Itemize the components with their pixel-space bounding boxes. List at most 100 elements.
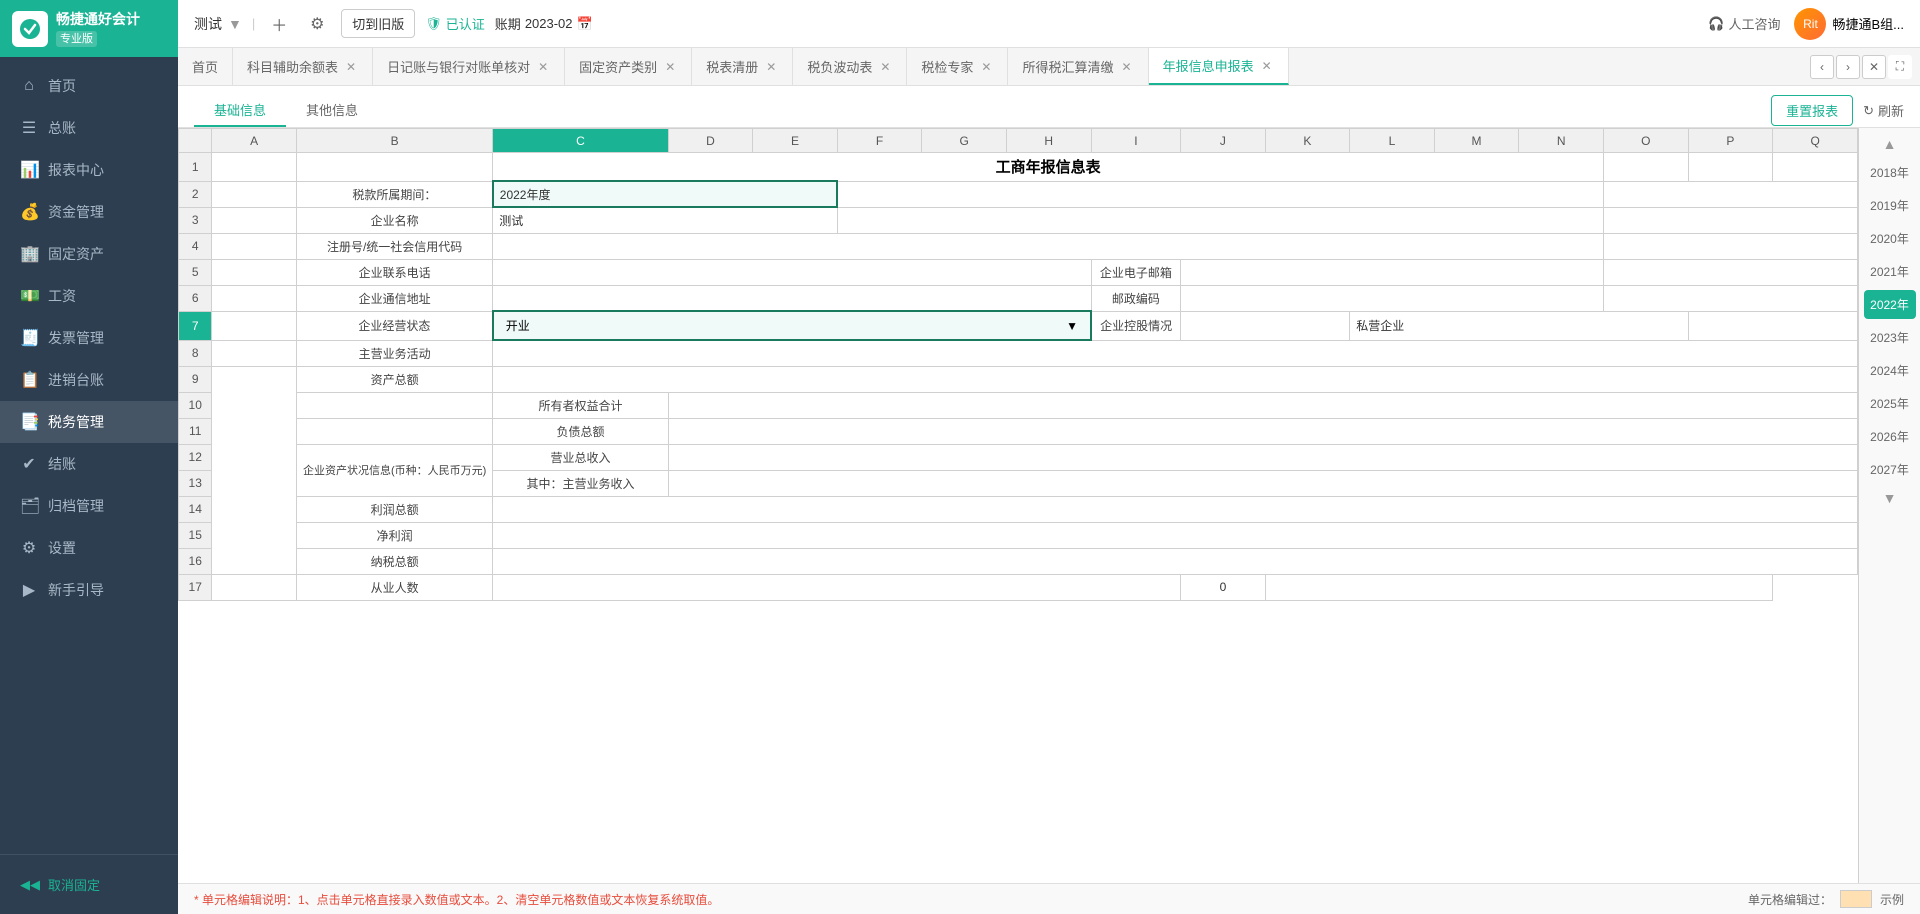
cell-6-C[interactable] [493, 285, 1091, 311]
cell-9-C[interactable] [493, 366, 1858, 392]
cell-10-A[interactable] [296, 392, 492, 418]
cell-3-F[interactable] [837, 207, 1603, 233]
cell-2-F[interactable] [837, 181, 1603, 207]
year-btn-2027年[interactable]: 2027年 [1864, 455, 1916, 484]
refresh-button[interactable]: ↻ 刷新 [1863, 101, 1904, 120]
sidebar-item-新手引导[interactable]: ▶ 新手引导 [0, 569, 178, 611]
cell-3-A[interactable] [212, 207, 297, 233]
year-btn-2021年[interactable]: 2021年 [1864, 257, 1916, 286]
cell-4-O[interactable] [1604, 233, 1858, 259]
cell-10-C[interactable] [668, 392, 1857, 418]
company-selector[interactable]: 测试 ▼ [194, 14, 242, 34]
tab-税检专家[interactable]: 税检专家✕ [907, 48, 1008, 85]
cell-3-O[interactable] [1604, 207, 1858, 233]
sidebar-item-资金管理[interactable]: 💰 资金管理 [0, 191, 178, 233]
sidebar-item-归档管理[interactable]: 🗂 归档管理 [0, 485, 178, 527]
cell-17-C[interactable] [493, 574, 1181, 600]
cell-16-C[interactable] [493, 548, 1858, 574]
year-btn-2020年[interactable]: 2020年 [1864, 224, 1916, 253]
tab-科目辅助余额表[interactable]: 科目辅助余额表✕ [233, 48, 373, 85]
calendar-icon[interactable]: 📅 [577, 16, 593, 32]
year-btn-2019年[interactable]: 2019年 [1864, 191, 1916, 220]
cell-7-C[interactable]: 开业 ▼ [493, 311, 1091, 340]
pin-button[interactable]: ◀◀ 取消固定 [0, 865, 178, 904]
cell-1-A[interactable] [212, 153, 297, 182]
cell-11-A[interactable] [296, 418, 492, 444]
cell-2-C[interactable]: 2022年度 [493, 181, 838, 207]
sidebar-item-税务管理[interactable]: 📑 税务管理 [0, 401, 178, 443]
year-btn-2024年[interactable]: 2024年 [1864, 356, 1916, 385]
cell-4-A[interactable] [212, 233, 297, 259]
tab-年报信息申报表[interactable]: 年报信息申报表✕ [1149, 48, 1289, 85]
sidebar-item-工资[interactable]: 💵 工资 [0, 275, 178, 317]
tab-固定资产类别[interactable]: 固定资产类别✕ [565, 48, 692, 85]
cell-5-A[interactable] [212, 259, 297, 285]
cell-2-A[interactable] [212, 181, 297, 207]
tab-close-all-button[interactable]: ✕ [1862, 55, 1886, 79]
cell-17-K[interactable]: 0 [1181, 574, 1265, 600]
cell-1-B[interactable] [296, 153, 492, 182]
year-down-arrow[interactable]: ▼ [1879, 486, 1901, 510]
cell-15-C[interactable] [493, 522, 1858, 548]
year-btn-2023年[interactable]: 2023年 [1864, 323, 1916, 352]
user-menu[interactable]: Rit 畅捷通B组... [1794, 8, 1904, 40]
service-button[interactable]: 🎧 人工咨询 [1708, 14, 1780, 33]
tab-close-icon[interactable]: ✕ [536, 59, 550, 75]
tab-expand-button[interactable]: ⛶ [1888, 55, 1912, 79]
dropdown-status[interactable]: 开业 ▼ [500, 315, 1084, 336]
tab-首页[interactable]: 首页 [178, 48, 233, 85]
tab-所得税汇算清缴[interactable]: 所得税汇算清缴✕ [1008, 48, 1148, 85]
cell-7-A[interactable] [212, 311, 297, 340]
settings-icon[interactable]: ⚙ [303, 10, 331, 38]
tab-close-icon[interactable]: ✕ [1260, 58, 1274, 74]
cell-3-C[interactable]: 测试 [493, 207, 838, 233]
tab-close-icon[interactable]: ✕ [1120, 59, 1134, 75]
spreadsheet-main[interactable]: ABCDEFGHIJKLMNOPQ 1工商年报信息表 2 税款所属期间： 202… [178, 128, 1858, 883]
cell-6-K[interactable] [1181, 285, 1604, 311]
sidebar-item-进销台账[interactable]: 📋 进销台账 [0, 359, 178, 401]
subtab-基础信息[interactable]: 基础信息 [194, 94, 286, 127]
cell-4-C[interactable] [493, 233, 1604, 259]
cell-17-A[interactable] [212, 574, 297, 600]
year-btn-2026年[interactable]: 2026年 [1864, 422, 1916, 451]
cell-11-C[interactable] [668, 418, 1857, 444]
cell-5-O[interactable] [1604, 259, 1858, 285]
year-btn-2018年[interactable]: 2018年 [1864, 158, 1916, 187]
cell-1-P[interactable] [1688, 153, 1773, 182]
tab-税表清册[interactable]: 税表清册✕ [692, 48, 793, 85]
tab-close-icon[interactable]: ✕ [344, 59, 358, 75]
old-version-button[interactable]: 切到旧版 [341, 9, 415, 38]
cell-6-A[interactable] [212, 285, 297, 311]
tab-close-icon[interactable]: ✕ [764, 59, 778, 75]
cell-1-Q[interactable] [1773, 153, 1858, 182]
dropdown-arrow-icon[interactable]: ▼ [1066, 319, 1078, 333]
sidebar-item-结账[interactable]: ✔ 结账 [0, 443, 178, 485]
sidebar-item-发票管理[interactable]: 🧾 发票管理 [0, 317, 178, 359]
cell-7-Q[interactable] [1688, 311, 1857, 340]
cell-13-C[interactable] [668, 470, 1857, 496]
sidebar-item-首页[interactable]: ⌂ 首页 [0, 65, 178, 107]
cell-2-O[interactable] [1604, 181, 1858, 207]
tab-close-icon[interactable]: ✕ [878, 59, 892, 75]
year-btn-2025年[interactable]: 2025年 [1864, 389, 1916, 418]
cell-5-C[interactable] [493, 259, 1091, 285]
subtab-其他信息[interactable]: 其他信息 [286, 94, 378, 127]
cell-6-O[interactable] [1604, 285, 1858, 311]
cell-14-C[interactable] [493, 496, 1858, 522]
cell-7-K[interactable] [1181, 311, 1350, 340]
cell-7-M[interactable]: 私营企业 [1350, 311, 1688, 340]
sidebar-item-报表中心[interactable]: 📊 报表中心 [0, 149, 178, 191]
tab-prev-button[interactable]: ‹ [1810, 55, 1834, 79]
year-btn-2022年[interactable]: 2022年 [1864, 290, 1916, 319]
tab-税负波动表[interactable]: 税负波动表✕ [793, 48, 907, 85]
sidebar-item-总账[interactable]: ☰ 总账 [0, 107, 178, 149]
reset-button[interactable]: 重置报表 [1771, 95, 1853, 126]
sidebar-item-设置[interactable]: ⚙ 设置 [0, 527, 178, 569]
tab-close-icon[interactable]: ✕ [979, 59, 993, 75]
tab-next-button[interactable]: › [1836, 55, 1860, 79]
cell-1-O[interactable] [1604, 153, 1689, 182]
cell-17-L[interactable] [1265, 574, 1773, 600]
cell-5-K[interactable] [1181, 259, 1604, 285]
cell-12-C[interactable] [668, 444, 1857, 470]
cell-8-A[interactable] [212, 340, 297, 366]
